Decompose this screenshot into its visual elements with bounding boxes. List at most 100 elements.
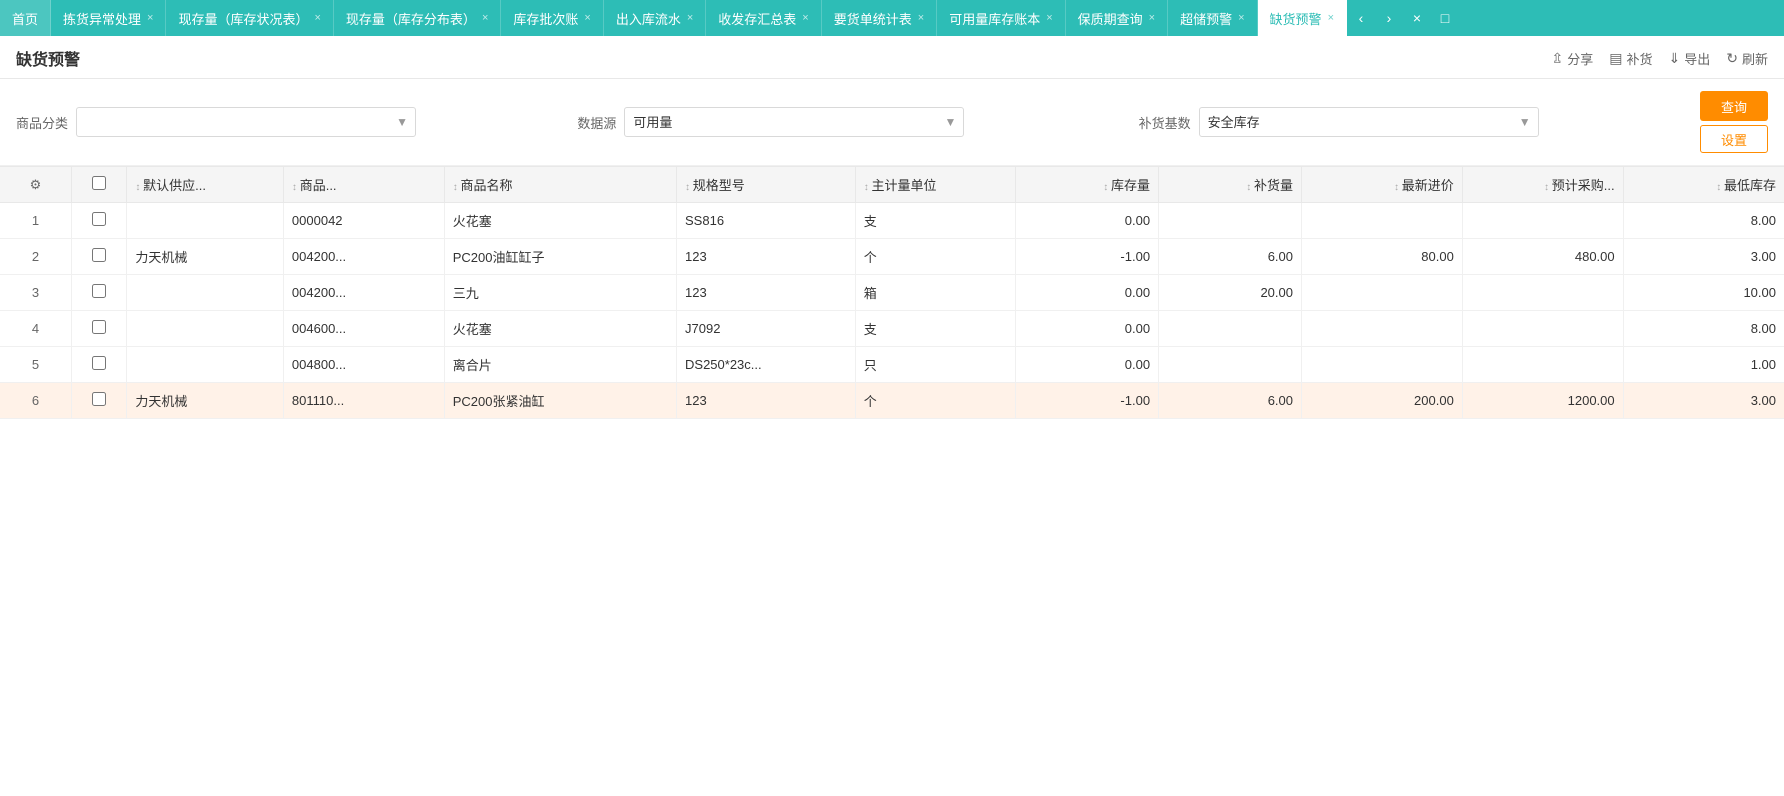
- tab-maximize-btn[interactable]: □: [1431, 0, 1459, 36]
- close-icon[interactable]: ×: [802, 12, 808, 24]
- tab-expiry[interactable]: 保质期查询 ×: [1066, 0, 1168, 36]
- th-stock[interactable]: 库存量: [1016, 167, 1159, 203]
- row-unit: 箱: [855, 275, 1015, 311]
- tab-stock-status[interactable]: 现存量（库存状况表） ×: [166, 0, 333, 36]
- row-price: [1302, 275, 1463, 311]
- row-estimate: 1200.00: [1462, 383, 1623, 419]
- close-icon[interactable]: ×: [482, 12, 488, 24]
- row-stock: 0.00: [1016, 203, 1159, 239]
- row-number: 2: [0, 239, 71, 275]
- tab-requisition[interactable]: 要货单统计表 ×: [822, 0, 937, 36]
- datasource-select[interactable]: 可用量 库存量: [624, 107, 964, 137]
- row-replenish: 6.00: [1159, 383, 1302, 419]
- settings-button[interactable]: 设置: [1700, 125, 1768, 153]
- category-select[interactable]: [76, 107, 416, 137]
- row-checkbox[interactable]: [92, 392, 106, 406]
- close-icon[interactable]: ×: [584, 12, 590, 24]
- close-icon[interactable]: ×: [1238, 12, 1244, 24]
- main-content: 缺货预警 ⇫ 分享 ▤ 补货 ⇓ 导出 ↻ 刷新 商品分类: [0, 36, 1784, 796]
- row-supplier: 力天机械: [127, 383, 284, 419]
- th-estimate[interactable]: 预计采购...: [1462, 167, 1623, 203]
- filter-category-group: 商品分类 ▼: [16, 107, 557, 137]
- th-settings[interactable]: ⚙: [0, 167, 71, 203]
- tab-shortage[interactable]: 缺货预警 ×: [1258, 0, 1347, 36]
- row-checkbox[interactable]: [92, 320, 106, 334]
- refresh-button[interactable]: ↻ 刷新: [1726, 49, 1768, 68]
- close-icon[interactable]: ×: [1046, 12, 1052, 24]
- row-checkbox[interactable]: [92, 284, 106, 298]
- tab-overstock[interactable]: 超储预警 ×: [1168, 0, 1257, 36]
- tab-next-btn[interactable]: ›: [1375, 0, 1403, 36]
- th-replenish[interactable]: 补货量: [1159, 167, 1302, 203]
- row-min-stock: 10.00: [1623, 275, 1784, 311]
- tab-prev-btn[interactable]: ‹: [1347, 0, 1375, 36]
- tab-home[interactable]: 首页: [0, 0, 51, 36]
- select-all-checkbox[interactable]: [92, 176, 106, 190]
- table-row: 3 004200... 三九 123 箱 0.00 20.00 10.00: [0, 275, 1784, 311]
- th-spec[interactable]: 规格型号: [677, 167, 856, 203]
- replenish-button[interactable]: ▤ 补货: [1609, 49, 1652, 68]
- row-estimate: [1462, 347, 1623, 383]
- replenish-select[interactable]: 安全库存 最低库存: [1199, 107, 1539, 137]
- table-row: 2 力天机械 004200... PC200油缸缸子 123 个 -1.00 6…: [0, 239, 1784, 275]
- row-min-stock: 3.00: [1623, 239, 1784, 275]
- row-number: 5: [0, 347, 71, 383]
- row-min-stock: 3.00: [1623, 383, 1784, 419]
- close-icon[interactable]: ×: [147, 12, 153, 24]
- close-icon[interactable]: ×: [314, 12, 320, 24]
- row-supplier: [127, 311, 284, 347]
- th-name[interactable]: 商品名称: [444, 167, 676, 203]
- row-price: [1302, 203, 1463, 239]
- tab-collect[interactable]: 收发存汇总表 ×: [706, 0, 821, 36]
- tab-available[interactable]: 可用量库存账本 ×: [937, 0, 1065, 36]
- row-stock: 0.00: [1016, 311, 1159, 347]
- table-row: 4 004600... 火花塞 J7092 支 0.00 8.00: [0, 311, 1784, 347]
- row-spec: SS816: [677, 203, 856, 239]
- row-name: 火花塞: [444, 203, 676, 239]
- close-icon[interactable]: ×: [1328, 12, 1334, 24]
- tab-stock-dist[interactable]: 现存量（库存分布表） ×: [334, 0, 501, 36]
- row-checkbox[interactable]: [92, 212, 106, 226]
- row-stock: -1.00: [1016, 239, 1159, 275]
- row-min-stock: 8.00: [1623, 203, 1784, 239]
- tab-batch[interactable]: 库存批次账 ×: [501, 0, 603, 36]
- query-button[interactable]: 查询: [1700, 91, 1768, 121]
- tab-bar: 首页 拣货异常处理 × 现存量（库存状况表） × 现存量（库存分布表） × 库存…: [0, 0, 1784, 36]
- data-table: ⚙ 默认供应... 商品... 商品名称 规格型号: [0, 166, 1784, 419]
- th-supplier[interactable]: 默认供应...: [127, 167, 284, 203]
- tab-exception[interactable]: 拣货异常处理 ×: [51, 0, 166, 36]
- row-name: 离合片: [444, 347, 676, 383]
- th-price[interactable]: 最新进价: [1302, 167, 1463, 203]
- row-estimate: [1462, 203, 1623, 239]
- close-icon[interactable]: ×: [1149, 12, 1155, 24]
- row-supplier: [127, 347, 284, 383]
- close-icon[interactable]: ×: [918, 12, 924, 24]
- row-price: [1302, 311, 1463, 347]
- page-header: 缺货预警 ⇫ 分享 ▤ 补货 ⇓ 导出 ↻ 刷新: [0, 36, 1784, 79]
- th-code[interactable]: 商品...: [283, 167, 444, 203]
- th-unit[interactable]: 主计量单位: [855, 167, 1015, 203]
- th-checkbox: [71, 167, 126, 203]
- datasource-label: 数据源: [577, 113, 616, 132]
- table-row: 5 004800... 离合片 DS250*23c... 只 0.00 1.00: [0, 347, 1784, 383]
- row-name: PC200油缸缸子: [444, 239, 676, 275]
- row-checkbox[interactable]: [92, 248, 106, 262]
- row-supplier: 力天机械: [127, 239, 284, 275]
- tab-close-btn[interactable]: ×: [1403, 0, 1431, 36]
- tab-inout[interactable]: 出入库流水 ×: [604, 0, 706, 36]
- share-button[interactable]: ⇫ 分享: [1552, 49, 1594, 68]
- row-stock: -1.00: [1016, 383, 1159, 419]
- row-replenish: [1159, 347, 1302, 383]
- replenish-select-wrapper: 安全库存 最低库存 ▼: [1199, 107, 1539, 137]
- export-button[interactable]: ⇓ 导出: [1669, 49, 1711, 68]
- row-replenish: [1159, 311, 1302, 347]
- table-row: 6 力天机械 801110... PC200张紧油缸 123 个 -1.00 6…: [0, 383, 1784, 419]
- table-row: 1 0000042 火花塞 SS816 支 0.00 8.00: [0, 203, 1784, 239]
- row-checkbox[interactable]: [92, 356, 106, 370]
- row-name: PC200张紧油缸: [444, 383, 676, 419]
- filter-replenish-group: 补货基数 安全库存 最低库存 ▼: [1139, 107, 1680, 137]
- category-label: 商品分类: [16, 113, 68, 132]
- close-icon[interactable]: ×: [687, 12, 693, 24]
- row-estimate: [1462, 275, 1623, 311]
- th-min-stock[interactable]: 最低库存: [1623, 167, 1784, 203]
